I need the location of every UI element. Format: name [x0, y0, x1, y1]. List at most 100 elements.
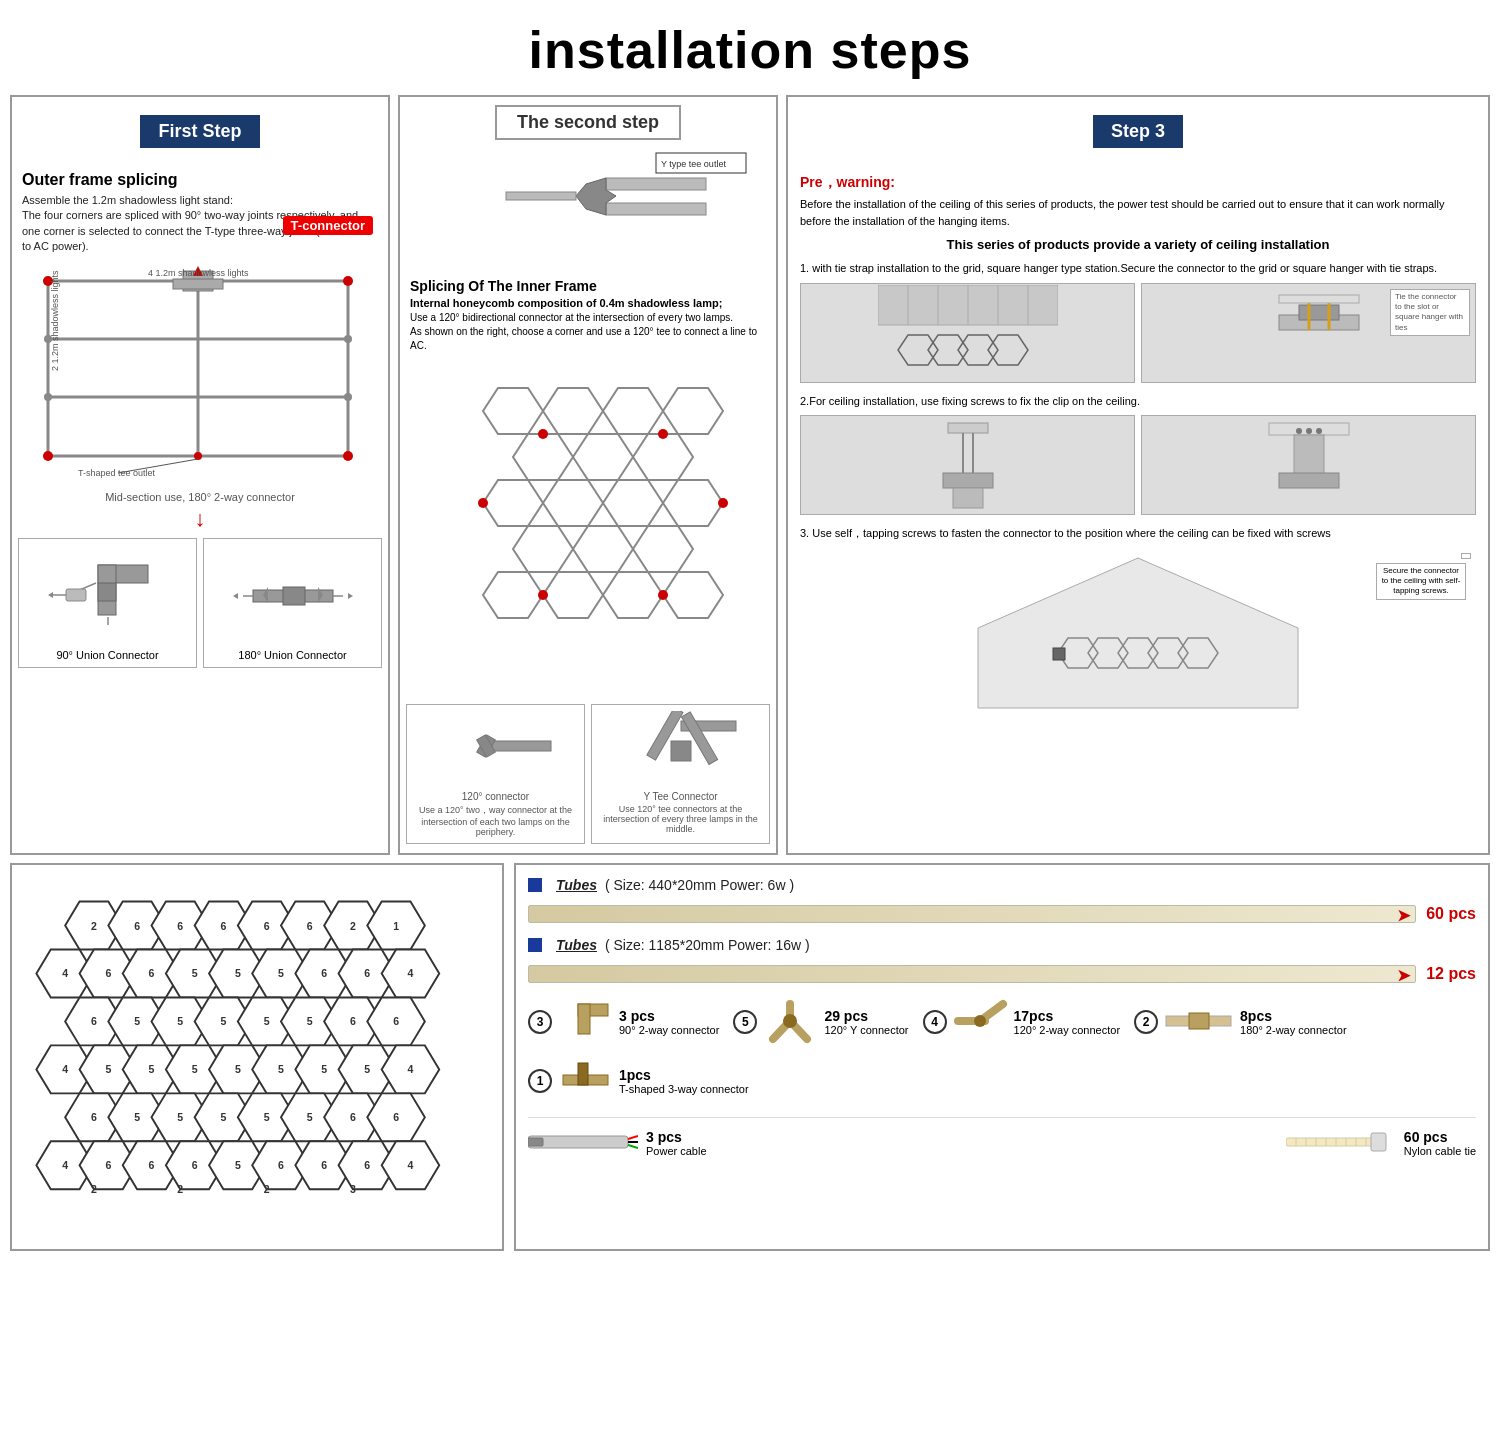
svg-marker-60 — [663, 572, 723, 618]
hex-grid-svg — [408, 363, 768, 693]
connector-item-4: 4 17pcs 120° 2-way connector — [923, 999, 1121, 1044]
svg-rect-23 — [98, 583, 116, 601]
panel1-header: First Step — [140, 115, 259, 148]
nylon-tie-pcs: 60 pcs — [1404, 1129, 1476, 1145]
svg-text:6: 6 — [91, 1015, 97, 1027]
connector-4-pcs: 17pcs — [1014, 1008, 1121, 1024]
svg-point-218 — [783, 1014, 797, 1028]
svg-rect-37 — [606, 178, 706, 190]
ceiling-img-3-container: Secure the connector to the ceiling with… — [800, 548, 1476, 730]
ceiling-inst2: 2.For ceiling installation, use fixing s… — [800, 393, 1476, 410]
svg-marker-43 — [483, 388, 543, 434]
connector-1-info: 1pcs T-shaped 3-way connector — [619, 1067, 749, 1095]
svg-marker-56 — [633, 526, 693, 572]
svg-rect-85 — [1299, 305, 1339, 320]
panel-first-step: First Step T-connector Outer frame splic… — [10, 95, 390, 855]
svg-marker-83 — [988, 335, 1028, 365]
power-cable-item: 3 pcs Power cable — [528, 1128, 707, 1158]
cable-row: 3 pcs Power cable — [528, 1117, 1476, 1158]
svg-text:5: 5 — [149, 1063, 155, 1075]
ceiling-title: This series of products provide a variet… — [800, 237, 1476, 252]
y-tee-svg — [616, 711, 746, 791]
connector-5-svg — [763, 999, 818, 1044]
svg-rect-40 — [506, 192, 576, 200]
panel2-desc1: Use a 120° bidirectional connector at th… — [410, 311, 766, 353]
ceiling-3d-svg — [968, 548, 1308, 728]
svg-marker-52 — [603, 480, 663, 526]
red-arrow-down: ↓ — [12, 506, 388, 532]
svg-point-11 — [44, 393, 52, 401]
svg-text:6: 6 — [91, 1111, 97, 1123]
svg-text:5: 5 — [177, 1111, 183, 1123]
svg-point-62 — [658, 429, 668, 439]
svg-text:4: 4 — [62, 1159, 68, 1171]
svg-text:2: 2 — [177, 1183, 183, 1195]
ceiling-img-2a — [800, 415, 1135, 515]
panel3-header: Step 3 — [1093, 115, 1183, 148]
svg-text:5: 5 — [321, 1063, 327, 1075]
warning-title: Pre，warning: — [800, 174, 1476, 192]
svg-marker-28 — [48, 592, 53, 598]
svg-text:6: 6 — [350, 1015, 356, 1027]
svg-text:6: 6 — [105, 1159, 111, 1171]
svg-text:5: 5 — [134, 1111, 140, 1123]
svg-rect-214 — [578, 1004, 590, 1034]
connector-120-label: 120° connector — [462, 791, 529, 802]
svg-rect-38 — [606, 203, 706, 215]
connector-90-svg — [48, 545, 168, 645]
svg-text:6: 6 — [393, 1111, 399, 1123]
svg-rect-73 — [671, 741, 691, 761]
connector-2-pcs: 8pcs — [1240, 1008, 1347, 1024]
svg-marker-100 — [978, 558, 1298, 708]
svg-text:6: 6 — [149, 1159, 155, 1171]
svg-marker-51 — [543, 480, 603, 526]
svg-text:5: 5 — [220, 1015, 226, 1027]
connector-5-info: 29 pcs 120° Y connector — [824, 1008, 908, 1036]
connector-180-box: 180° Union Connector — [203, 538, 382, 668]
svg-rect-95 — [1294, 435, 1324, 475]
y-tee-label: Y Tee Connector — [643, 791, 717, 802]
svg-text:4: 4 — [408, 1063, 414, 1075]
hex-network-panel: .hex-node { fill: white; stroke: #333; s… — [10, 863, 504, 1251]
svg-point-97 — [1306, 428, 1312, 434]
tube1-row: Tubes ( Size: 440*20mm Power: 6w ) — [528, 877, 1476, 893]
nylon-tie-info: 60 pcs Nylon cable tie — [1404, 1129, 1476, 1157]
connector-120-box: 120° connector Use a 120° two，way connec… — [406, 704, 585, 844]
svg-marker-45 — [603, 388, 663, 434]
tube1-label: Tubes — [556, 877, 597, 893]
connector-item-5: 5 29 pcs 120° Y connector — [733, 999, 908, 1044]
svg-text:4: 4 — [408, 1159, 414, 1171]
svg-text:5: 5 — [134, 1015, 140, 1027]
connector-4-info: 17pcs 120° 2-way connector — [1014, 1008, 1121, 1036]
svg-text:5: 5 — [307, 1015, 313, 1027]
nylon-tie-item: 60 pcs Nylon cable tie — [1286, 1128, 1476, 1158]
svg-text:5: 5 — [264, 1111, 270, 1123]
ceiling-inst3: 3. Use self，tapping screws to fasten the… — [800, 525, 1476, 542]
svg-text:6: 6 — [134, 920, 140, 932]
svg-line-20 — [118, 459, 198, 473]
svg-rect-92 — [943, 473, 993, 488]
svg-text:6: 6 — [321, 967, 327, 979]
svg-marker-53 — [663, 480, 723, 526]
svg-point-6 — [43, 451, 53, 461]
power-cable-info: 3 pcs Power cable — [646, 1129, 707, 1157]
connector-90-label: 90° Union Connector — [56, 649, 158, 661]
svg-rect-223 — [1189, 1013, 1209, 1029]
svg-text:6: 6 — [264, 920, 270, 932]
svg-rect-231 — [1286, 1138, 1376, 1146]
svg-rect-227 — [528, 1138, 543, 1146]
svg-marker-54 — [513, 526, 573, 572]
svg-rect-30 — [283, 587, 305, 605]
svg-text:3: 3 — [350, 1183, 356, 1195]
svg-point-65 — [538, 590, 548, 600]
tube2-label: Tubes — [556, 937, 597, 953]
ceiling-grid-svg — [878, 285, 1058, 380]
connector-num-3: 3 — [528, 1010, 552, 1034]
svg-marker-36 — [348, 593, 353, 599]
svg-text:5: 5 — [192, 1063, 198, 1075]
svg-text:5: 5 — [235, 1159, 241, 1171]
svg-point-66 — [658, 590, 668, 600]
svg-marker-50 — [483, 480, 543, 526]
connector-5-pcs: 29 pcs — [824, 1008, 908, 1024]
connector-num-1: 1 — [528, 1069, 552, 1093]
